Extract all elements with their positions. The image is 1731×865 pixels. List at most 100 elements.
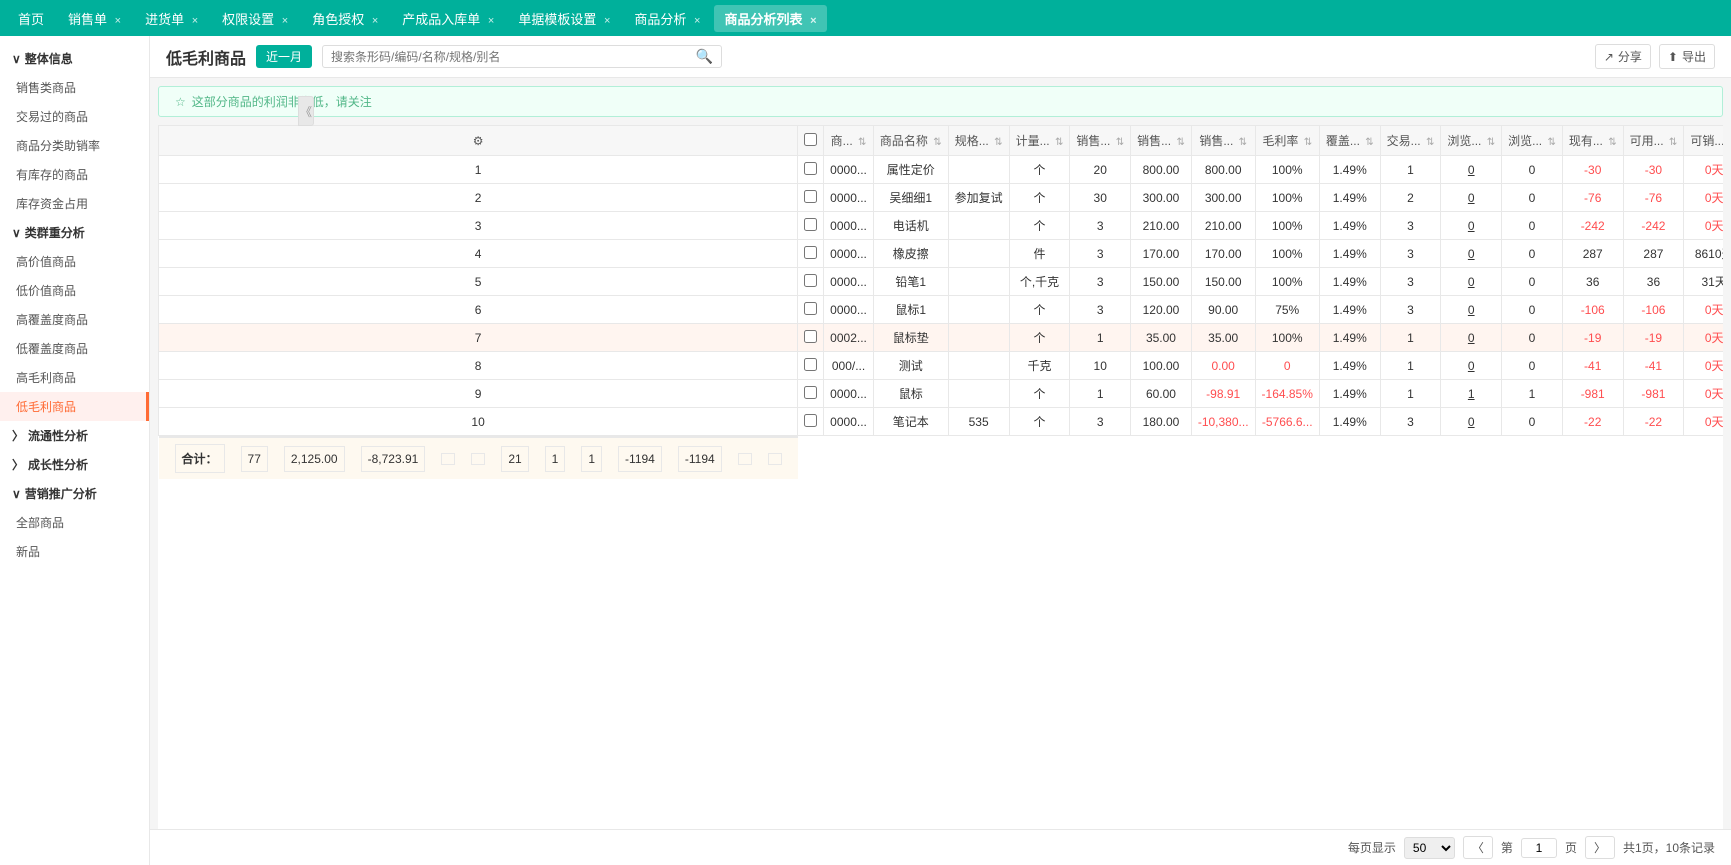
sidebar-group-flow[interactable]: 〉 流通性分析	[0, 421, 149, 450]
nav-close-analysis-list[interactable]: ×	[810, 15, 816, 27]
nav-close-purchase[interactable]: ×	[192, 15, 198, 27]
views1-link[interactable]: 0	[1468, 415, 1475, 429]
sort-stock-icon[interactable]: ⇅	[1608, 137, 1616, 148]
cell-views1[interactable]: 0	[1441, 212, 1502, 240]
views1-link[interactable]: 0	[1468, 331, 1475, 345]
cell-views1[interactable]: 0	[1441, 156, 1502, 184]
nav-close-analysis[interactable]: ×	[694, 15, 700, 27]
nav-home[interactable]: 首页	[8, 5, 54, 32]
views1-link[interactable]: 0	[1468, 191, 1475, 205]
sort-views2-icon[interactable]: ⇅	[1547, 137, 1555, 148]
col-gear[interactable]: ⚙	[159, 126, 798, 156]
row-checkbox[interactable]	[804, 274, 817, 287]
cell-views1[interactable]: 0	[1441, 352, 1502, 380]
cell-checkbox[interactable]	[798, 268, 824, 296]
row-checkbox[interactable]	[804, 246, 817, 259]
export-button[interactable]: ⬆ 导出	[1659, 44, 1715, 69]
nav-permission[interactable]: 权限设置 ×	[212, 5, 298, 32]
views1-link[interactable]: 0	[1468, 359, 1475, 373]
search-input[interactable]	[331, 50, 696, 64]
views1-link[interactable]: 0	[1468, 275, 1475, 289]
sidebar-group-cluster[interactable]: ∨ 类群重分析	[0, 218, 149, 247]
sidebar-item-traded[interactable]: 交易过的商品	[0, 102, 149, 131]
views1-link[interactable]: 0	[1468, 247, 1475, 261]
sort-sales-price-icon[interactable]: ⇅	[1176, 137, 1184, 148]
sidebar-item-new-products[interactable]: 新品	[0, 537, 149, 566]
sidebar-item-low-coverage[interactable]: 低覆盖度商品	[0, 334, 149, 363]
cell-checkbox[interactable]	[798, 212, 824, 240]
row-checkbox[interactable]	[804, 302, 817, 315]
nav-close-role[interactable]: ×	[372, 15, 378, 27]
sort-sales-qty-icon[interactable]: ⇅	[1116, 137, 1124, 148]
cell-checkbox[interactable]	[798, 240, 824, 268]
next-page-button[interactable]: 〉	[1585, 836, 1615, 859]
cell-views1[interactable]: 0	[1441, 240, 1502, 268]
cell-views1[interactable]: 0	[1441, 184, 1502, 212]
share-button[interactable]: ↗ 分享	[1595, 44, 1651, 69]
cell-views1[interactable]: 1	[1441, 380, 1502, 408]
sort-views1-icon[interactable]: ⇅	[1487, 137, 1495, 148]
cell-views1[interactable]: 0	[1441, 324, 1502, 352]
sidebar-item-in-stock[interactable]: 有库存的商品	[0, 160, 149, 189]
nav-close-permission[interactable]: ×	[282, 15, 288, 27]
sidebar-item-sales-products[interactable]: 销售类商品	[0, 73, 149, 102]
nav-sales[interactable]: 销售单 ×	[58, 5, 131, 32]
cell-checkbox[interactable]	[798, 296, 824, 324]
sort-spec-icon[interactable]: ⇅	[994, 137, 1002, 148]
cell-checkbox[interactable]	[798, 156, 824, 184]
cell-checkbox[interactable]	[798, 324, 824, 352]
sidebar-group-overall[interactable]: ∨ 整体信息	[0, 44, 149, 73]
cell-checkbox[interactable]	[798, 380, 824, 408]
cell-checkbox[interactable]	[798, 408, 824, 436]
date-filter-button[interactable]: 近一月	[256, 45, 312, 68]
row-checkbox[interactable]	[804, 190, 817, 203]
cell-views1[interactable]: 0	[1441, 268, 1502, 296]
row-checkbox[interactable]	[804, 218, 817, 231]
sidebar-item-capital[interactable]: 库存资金占用	[0, 189, 149, 218]
row-checkbox[interactable]	[804, 358, 817, 371]
nav-purchase[interactable]: 进货单 ×	[135, 5, 208, 32]
nav-analysis-list[interactable]: 商品分析列表 ×	[714, 5, 826, 32]
sidebar-group-growth[interactable]: 〉 成长性分析	[0, 450, 149, 479]
sort-coverage-icon[interactable]: ⇅	[1365, 137, 1373, 148]
sort-unit-icon[interactable]: ⇅	[1055, 137, 1063, 148]
sort-name-icon[interactable]: ⇅	[933, 137, 941, 148]
nav-close-template[interactable]: ×	[604, 15, 610, 27]
row-checkbox[interactable]	[804, 162, 817, 175]
nav-close-sales[interactable]: ×	[115, 15, 121, 27]
sidebar-item-high-margin[interactable]: 高毛利商品	[0, 363, 149, 392]
sidebar-item-high-coverage[interactable]: 高覆盖度商品	[0, 305, 149, 334]
col-checkbox[interactable]	[798, 126, 824, 156]
nav-role[interactable]: 角色授权 ×	[302, 5, 388, 32]
views1-link[interactable]: 0	[1468, 219, 1475, 233]
sidebar-group-marketing[interactable]: ∨ 营销推广分析	[0, 479, 149, 508]
cell-views1[interactable]: 0	[1441, 296, 1502, 324]
sidebar-item-all-products[interactable]: 全部商品	[0, 508, 149, 537]
sidebar-item-low-margin[interactable]: 低毛利商品	[0, 392, 149, 421]
select-all-checkbox[interactable]	[804, 133, 817, 146]
nav-analysis[interactable]: 商品分析 ×	[624, 5, 710, 32]
page-size-select[interactable]: 50 100 200	[1404, 837, 1455, 859]
prev-page-button[interactable]: 〈	[1463, 836, 1493, 859]
sort-code-icon[interactable]: ⇅	[858, 137, 866, 148]
sort-margin-icon[interactable]: ⇅	[1304, 137, 1312, 148]
page-number-input[interactable]	[1521, 838, 1557, 858]
collapse-sidebar-button[interactable]: 《	[298, 96, 314, 126]
views1-link[interactable]: 0	[1468, 303, 1475, 317]
cell-checkbox[interactable]	[798, 352, 824, 380]
row-checkbox[interactable]	[804, 414, 817, 427]
views1-link[interactable]: 0	[1468, 163, 1475, 177]
sidebar-item-high-value[interactable]: 高价值商品	[0, 247, 149, 276]
sort-transaction-icon[interactable]: ⇅	[1426, 137, 1434, 148]
row-checkbox[interactable]	[804, 386, 817, 399]
cell-checkbox[interactable]	[798, 184, 824, 212]
cell-views1[interactable]: 0	[1441, 408, 1502, 436]
row-checkbox[interactable]	[804, 330, 817, 343]
sidebar-item-low-value[interactable]: 低价值商品	[0, 276, 149, 305]
sidebar-item-category-rate[interactable]: 商品分类助销率	[0, 131, 149, 160]
nav-close-product-in[interactable]: ×	[488, 15, 494, 27]
sort-available-icon[interactable]: ⇅	[1669, 137, 1677, 148]
nav-template[interactable]: 单据模板设置 ×	[508, 5, 620, 32]
sort-sales-amount-icon[interactable]: ⇅	[1239, 137, 1247, 148]
nav-product-in[interactable]: 产成品入库单 ×	[392, 5, 504, 32]
